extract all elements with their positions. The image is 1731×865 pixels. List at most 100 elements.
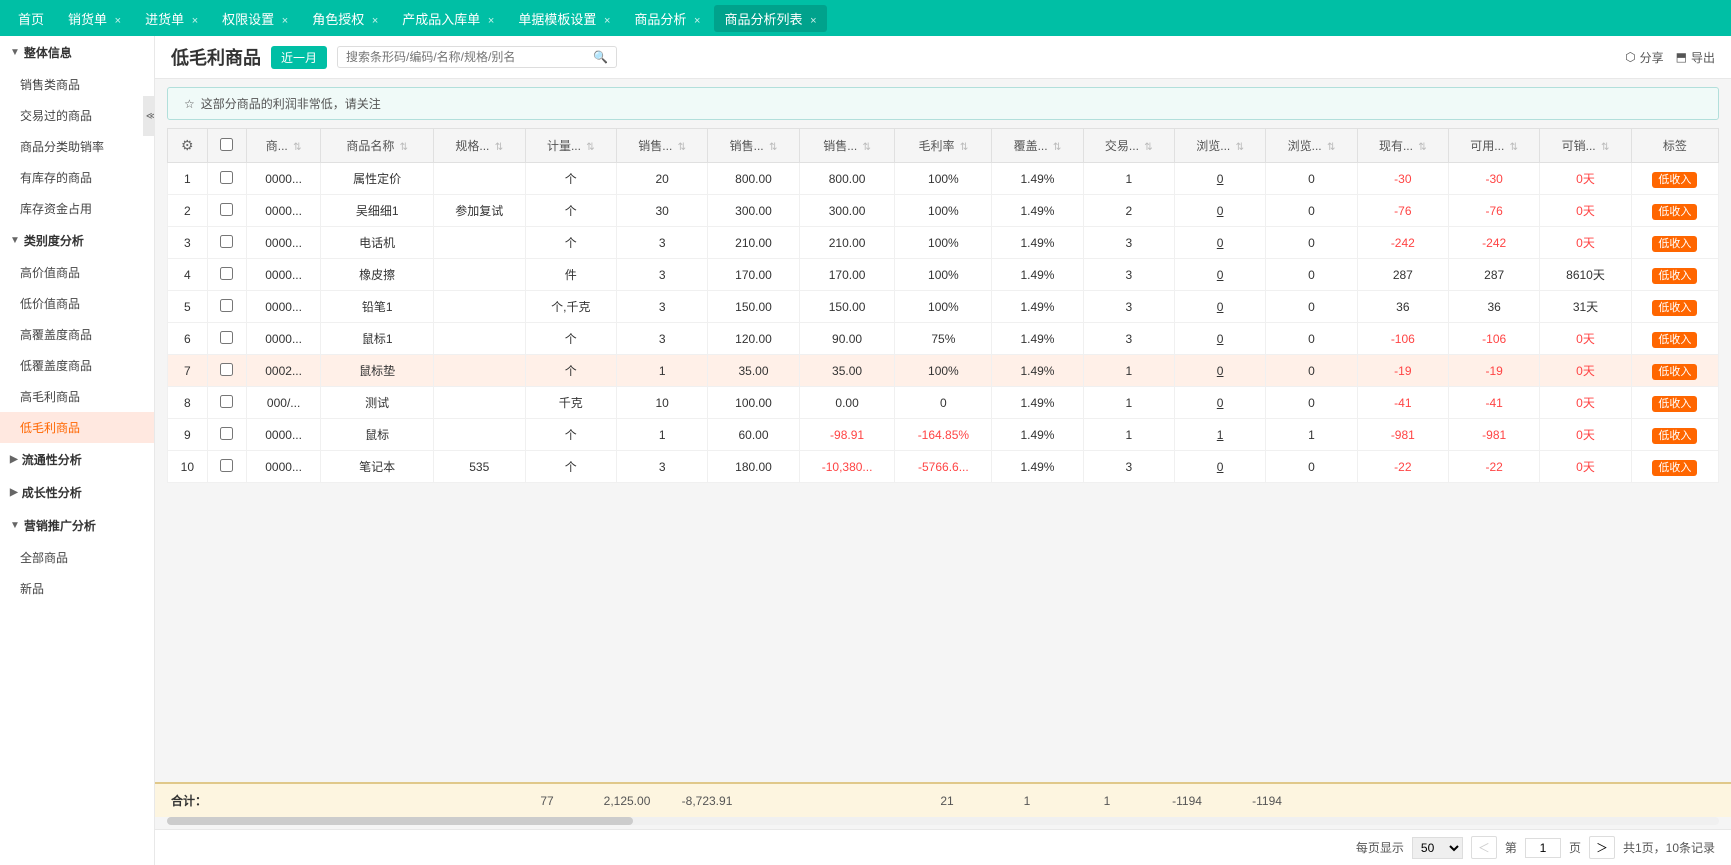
cell-browse-link[interactable]: 0 [1174,227,1265,259]
current-page-input[interactable] [1525,838,1561,858]
close-template-icon[interactable]: × [604,15,610,27]
search-icon[interactable]: 🔍 [593,50,608,64]
nav-roles[interactable]: 角色授权 × [302,5,388,32]
nav-product-analysis[interactable]: 商品分析 × [624,5,710,32]
sidebar-section-marketing[interactable]: ▼ 营销推广分析 [0,509,154,542]
th-code[interactable]: 商... ⇅ [246,129,321,163]
sidebar-section-liquidity[interactable]: ▶ 流通性分析 [0,443,154,476]
settings-icon[interactable]: ⚙ [181,137,194,153]
sidebar-item-high-coverage[interactable]: 高覆盖度商品 [0,319,154,350]
sidebar-section-overall[interactable]: ▼ 整体信息 [0,36,154,69]
nav-purchase[interactable]: 进货单 × [135,5,208,32]
close-analysis-icon[interactable]: × [694,15,700,27]
th-trade[interactable]: 交易... ⇅ [1083,129,1174,163]
nav-home[interactable]: 首页 [8,5,54,32]
th-unit[interactable]: 计量... ⇅ [525,129,616,163]
period-button[interactable]: 近一月 [271,46,327,69]
th-profit-rate[interactable]: 毛利率 ⇅ [895,129,992,163]
sidebar-item-stock-goods[interactable]: 有库存的商品 [0,162,154,193]
th-tag[interactable]: 标签 [1631,129,1718,163]
row-checkbox[interactable] [220,235,233,248]
row-checkbox[interactable] [220,331,233,344]
sidebar-item-traded-goods[interactable]: 交易过的商品 [0,100,154,131]
cell-browse-link[interactable]: 0 [1174,259,1265,291]
per-page-select[interactable]: 50 20 100 [1412,837,1463,859]
cell-browse-link[interactable]: 0 [1174,323,1265,355]
export-button[interactable]: ⬒ 导出 [1676,49,1715,66]
cell-checkbox[interactable] [207,387,246,419]
prev-page-button[interactable]: ＜ [1471,836,1497,859]
next-page-button[interactable]: ＞ [1589,836,1615,859]
sidebar-item-high-margin[interactable]: 高毛利商品 [0,381,154,412]
row-checkbox[interactable] [220,427,233,440]
nav-sales[interactable]: 销货单 × [58,5,131,32]
th-browse[interactable]: 浏览... ⇅ [1266,129,1357,163]
th-name[interactable]: 商品名称 ⇅ [321,129,433,163]
sidebar-item-low-margin[interactable]: 低毛利商品 [0,412,154,443]
cell-qty: 3 [616,291,707,323]
cell-checkbox[interactable] [207,355,246,387]
close-purchase-icon[interactable]: × [192,15,198,27]
cell-browse-link[interactable]: 0 [1174,163,1265,195]
select-all-checkbox[interactable] [220,138,233,151]
cell-checkbox[interactable] [207,163,246,195]
th-coverage[interactable]: 覆盖... ⇅ [992,129,1083,163]
cell-checkbox[interactable] [207,195,246,227]
th-profit[interactable]: 销售... ⇅ [799,129,895,163]
close-analysis-list-icon[interactable]: × [810,15,816,27]
th-browse-link[interactable]: 浏览... ⇅ [1174,129,1265,163]
close-roles-icon[interactable]: × [372,15,378,27]
sidebar-item-high-value[interactable]: 高价值商品 [0,257,154,288]
cell-checkbox[interactable] [207,259,246,291]
cell-browse-link[interactable]: 0 [1174,387,1265,419]
th-stock[interactable]: 现有... ⇅ [1357,129,1448,163]
nav-permissions[interactable]: 权限设置 × [212,5,298,32]
th-qty[interactable]: 销售... ⇅ [616,129,707,163]
row-checkbox[interactable] [220,395,233,408]
nav-template[interactable]: 单据模板设置 × [508,5,620,32]
sidebar-item-low-value[interactable]: 低价值商品 [0,288,154,319]
sidebar-item-new-goods[interactable]: 新品 [0,573,154,604]
row-checkbox[interactable] [220,171,233,184]
notice-icon: ☆ [184,97,195,111]
nav-product-inbound[interactable]: 产成品入库单 × [392,5,504,32]
cell-checkbox[interactable] [207,323,246,355]
sidebar-section-growth[interactable]: ▶ 成长性分析 [0,476,154,509]
cell-checkbox[interactable] [207,291,246,323]
cell-browse-link[interactable]: 0 [1174,451,1265,483]
cell-checkbox[interactable] [207,227,246,259]
th-settings[interactable]: ⚙ [168,129,208,163]
sidebar-section-category[interactable]: ▼ 类别度分析 [0,224,154,257]
th-amount[interactable]: 销售... ⇅ [708,129,799,163]
sidebar-item-stock-capital[interactable]: 库存资金占用 [0,193,154,224]
nav-product-analysis-list[interactable]: 商品分析列表 × [714,5,826,32]
close-sales-icon[interactable]: × [115,15,121,27]
row-checkbox[interactable] [220,459,233,472]
cell-browse-link[interactable]: 1 [1174,419,1265,451]
search-input[interactable] [346,50,589,64]
row-checkbox[interactable] [220,363,233,376]
cell-browse-link[interactable]: 0 [1174,355,1265,387]
share-button[interactable]: ⬡ 分享 [1625,49,1664,66]
sidebar-item-sales-goods[interactable]: 销售类商品 [0,69,154,100]
sidebar-item-all-goods[interactable]: 全部商品 [0,542,154,573]
close-permissions-icon[interactable]: × [282,15,288,27]
cell-checkbox[interactable] [207,419,246,451]
th-checkbox[interactable] [207,129,246,163]
th-available[interactable]: 可用... ⇅ [1449,129,1540,163]
sidebar-item-category-rate[interactable]: 商品分类助销率 [0,131,154,162]
scrollbar-thumb[interactable] [167,817,633,825]
th-spec[interactable]: 规格... ⇅ [433,129,525,163]
close-product-icon[interactable]: × [488,15,494,27]
sidebar-collapse-button[interactable]: ≪ [143,96,155,136]
cell-checkbox[interactable] [207,451,246,483]
row-checkbox[interactable] [220,299,233,312]
row-checkbox[interactable] [220,267,233,280]
footer-browse-link: 1 [987,794,1067,808]
horizontal-scrollbar[interactable] [167,817,1719,825]
cell-browse-link[interactable]: 0 [1174,291,1265,323]
th-days[interactable]: 可销... ⇅ [1540,129,1631,163]
row-checkbox[interactable] [220,203,233,216]
sidebar-item-low-coverage[interactable]: 低覆盖度商品 [0,350,154,381]
cell-browse-link[interactable]: 0 [1174,195,1265,227]
